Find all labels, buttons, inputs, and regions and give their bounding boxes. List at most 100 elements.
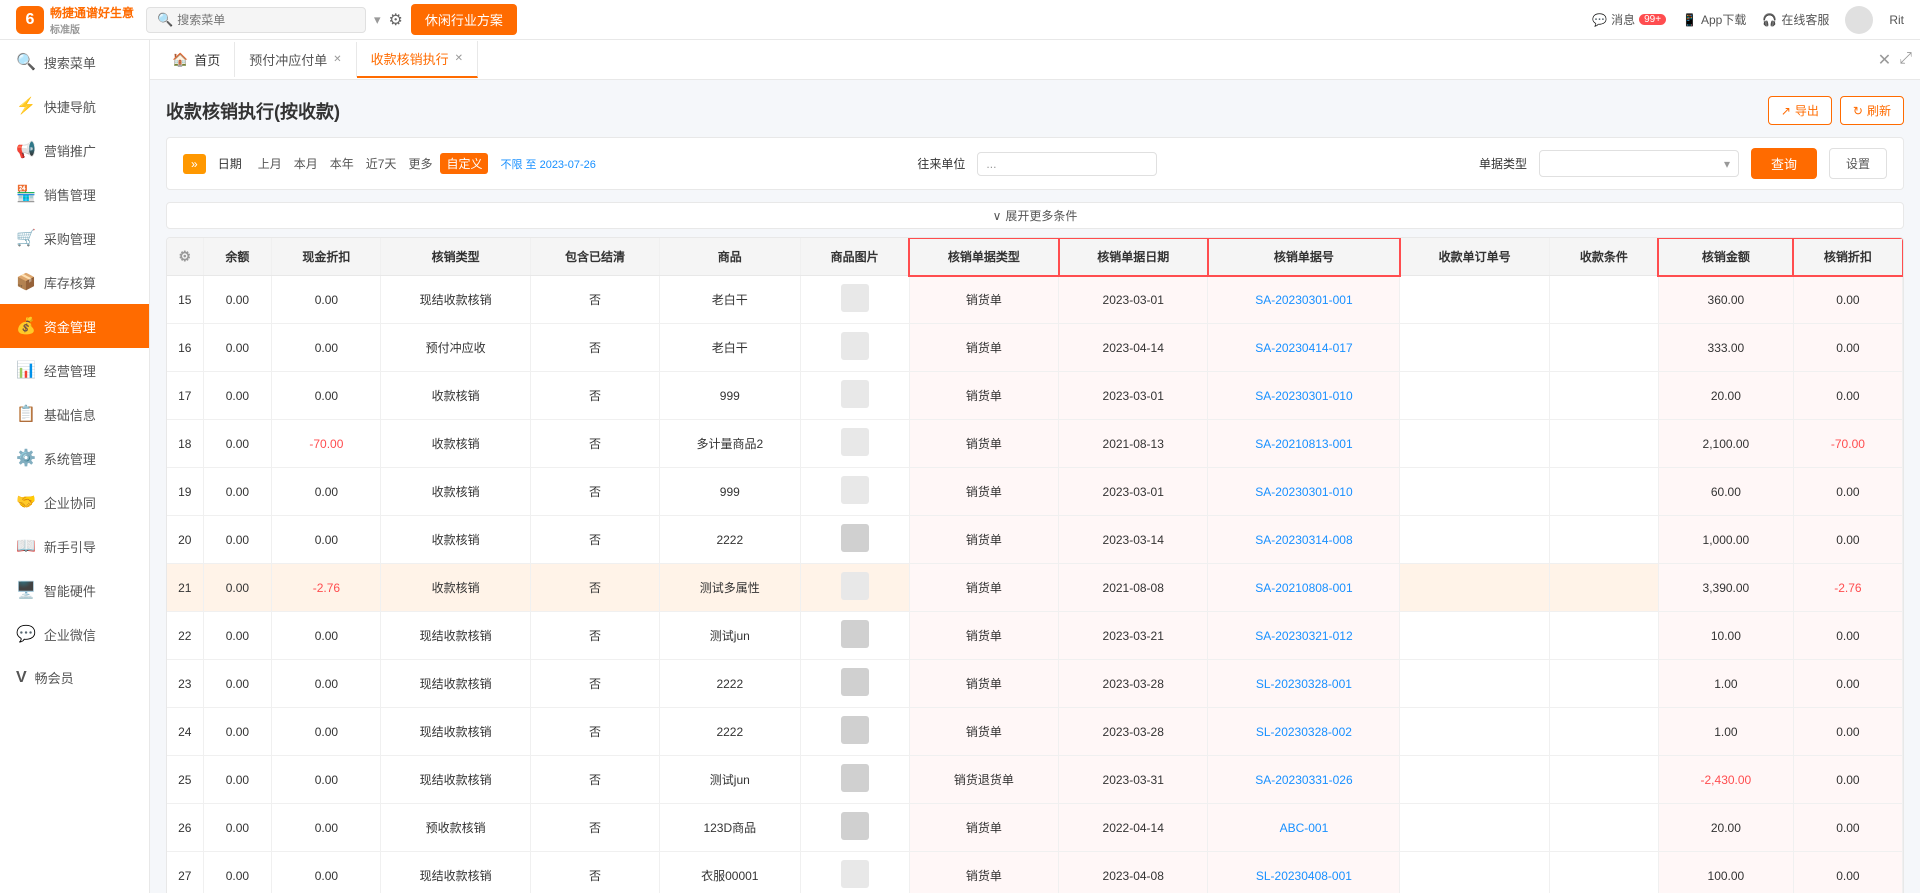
cell-type: 现结收款核销 [381, 852, 530, 893]
cell-order-no [1400, 708, 1549, 756]
notification-item[interactable]: 💬 消息 99+ [1592, 11, 1666, 28]
settings-button[interactable]: 设置 [1829, 148, 1887, 179]
table-row: 25 0.00 0.00 现结收款核销 否 测试jun 销货退货单 2023-0… [167, 756, 1903, 804]
cell-condition [1549, 420, 1658, 468]
doc-no-link[interactable]: SL-20230408-001 [1256, 869, 1352, 883]
cell-discount: 0.00 [1793, 852, 1902, 893]
cell-no: 17 [167, 372, 203, 420]
doc-no-link[interactable]: SA-20230301-001 [1255, 293, 1352, 307]
cell-cash-discount: 0.00 [272, 804, 381, 852]
cell-type: 预收款核销 [381, 804, 530, 852]
tab-receipt[interactable]: 收款核销执行 ✕ [357, 41, 478, 78]
user-avatar[interactable] [1845, 6, 1873, 34]
table-row: 27 0.00 0.00 现结收款核销 否 衣服00001 销货单 2023-0… [167, 852, 1903, 893]
cell-goods: 衣服00001 [660, 852, 800, 893]
gear-icon[interactable]: ⚙ [389, 10, 403, 30]
tab-prepaid-close[interactable]: ✕ [333, 54, 341, 65]
cell-condition [1549, 516, 1658, 564]
expand-more-bar[interactable]: ∨ 展开更多条件 [166, 202, 1904, 229]
sidebar-item-management[interactable]: 📊 经营管理 [0, 348, 149, 392]
discount-value: 0.00 [1836, 821, 1859, 835]
export-button[interactable]: ↗ 导出 [1768, 96, 1832, 125]
refresh-button[interactable]: ↻ 刷新 [1840, 96, 1904, 125]
sidebar-item-purchase[interactable]: 🛒 采购管理 [0, 216, 149, 260]
doc-no-link[interactable]: SA-20230321-012 [1255, 629, 1352, 643]
doc-no-link[interactable]: SL-20230328-001 [1256, 677, 1352, 691]
date-this-month-btn[interactable]: 本月 [290, 153, 322, 174]
amount-value: 20.00 [1711, 821, 1741, 835]
sidebar-item-guide[interactable]: 📖 新手引导 [0, 524, 149, 568]
doc-no-link[interactable]: ABC-001 [1280, 821, 1329, 835]
date-last-month-btn[interactable]: 上月 [254, 153, 286, 174]
cell-cash-discount: 0.00 [272, 660, 381, 708]
cell-goods: 多计量商品2 [660, 420, 800, 468]
cell-balance: 0.00 [203, 516, 272, 564]
sidebar-item-hardware[interactable]: 🖥️ 智能硬件 [0, 568, 149, 612]
mobile-icon: 📱 [1682, 13, 1697, 27]
cash-discount-value: 0.00 [315, 725, 338, 739]
tab-home[interactable]: 🏠 首页 [158, 42, 235, 77]
online-service-item[interactable]: 🎧 在线客服 [1762, 11, 1829, 28]
doc-no-link[interactable]: SA-20230331-026 [1255, 773, 1352, 787]
date-more-btn[interactable]: 更多 [404, 153, 436, 174]
col-settings-icon[interactable]: ⚙ [178, 248, 191, 264]
tab-prepaid[interactable]: 预付冲应付单 ✕ [235, 42, 356, 77]
sidebar-item-system[interactable]: ⚙️ 系统管理 [0, 436, 149, 480]
doc-no-link[interactable]: SA-20230301-010 [1255, 389, 1352, 403]
tab-close-icon[interactable]: ✕ [1878, 50, 1891, 70]
filter-expand-button[interactable]: » [183, 154, 206, 174]
doc-no-link[interactable]: SA-20210808-001 [1255, 581, 1352, 595]
cell-discount: 0.00 [1793, 660, 1902, 708]
tab-maximize-icon[interactable]: ⤢ [1899, 50, 1912, 70]
cell-doc-type: 销货单 [909, 660, 1058, 708]
tab-bar: 🏠 首页 预付冲应付单 ✕ 收款核销执行 ✕ ✕ ⤢ [150, 40, 1920, 80]
cell-discount: 0.00 [1793, 324, 1902, 372]
sidebar-item-label-quicknav: 快捷导航 [44, 97, 96, 116]
cell-amount: 10.00 [1658, 612, 1793, 660]
monitor-icon: 🖥️ [16, 580, 36, 600]
cell-doc-date: 2021-08-08 [1059, 564, 1208, 612]
cell-doc-type: 销货单 [909, 276, 1058, 324]
cell-no: 24 [167, 708, 203, 756]
col-amount: 核销金额 [1658, 238, 1793, 276]
cell-no: 16 [167, 324, 203, 372]
tab-receipt-close[interactable]: ✕ [455, 53, 463, 64]
doc-no-link[interactable]: SA-20230414-017 [1255, 341, 1352, 355]
sidebar-item-member[interactable]: V 畅会员 [0, 656, 149, 699]
sidebar-item-marketing[interactable]: 📢 营销推广 [0, 128, 149, 172]
app-download-item[interactable]: 📱 App下载 [1682, 11, 1746, 28]
goods-image [841, 812, 869, 840]
doc-no-link[interactable]: SA-20210813-001 [1255, 437, 1352, 451]
cell-doc-date: 2023-03-28 [1059, 660, 1208, 708]
cell-doc-type: 销货单 [909, 564, 1058, 612]
query-button[interactable]: 查询 [1751, 148, 1817, 179]
receipt-type-select[interactable]: ▾ [1539, 150, 1739, 177]
cell-goods: 测试多属性 [660, 564, 800, 612]
doc-no-link[interactable]: SA-20230301-010 [1255, 485, 1352, 499]
from-unit-select[interactable]: ... [977, 152, 1157, 176]
sidebar-item-enterprise[interactable]: 🤝 企业协同 [0, 480, 149, 524]
date-7days-btn[interactable]: 近7天 [362, 153, 401, 174]
sidebar-item-inventory[interactable]: 📦 库存核算 [0, 260, 149, 304]
sidebar-item-quicknav[interactable]: ⚡ 快捷导航 [0, 84, 149, 128]
table-row: 23 0.00 0.00 现结收款核销 否 2222 销货单 2023-03-2… [167, 660, 1903, 708]
sidebar-item-sales[interactable]: 🏪 销售管理 [0, 172, 149, 216]
main-layout: 🔍 搜索菜单 ⚡ 快捷导航 📢 营销推广 🏪 销售管理 🛒 采购管理 📦 库存核… [0, 40, 1920, 893]
date-custom-btn[interactable]: 自定义 [440, 153, 488, 174]
sidebar-item-wechat[interactable]: 💬 企业微信 [0, 612, 149, 656]
sidebar-item-finance[interactable]: 💰 资金管理 [0, 304, 149, 348]
industry-btn[interactable]: 休闲行业方案 [411, 4, 517, 35]
search-input[interactable] [177, 13, 337, 27]
col-settings[interactable]: ⚙ [167, 238, 203, 276]
cell-settled: 否 [530, 372, 659, 420]
date-this-year-btn[interactable]: 本年 [326, 153, 358, 174]
dropdown-arrow-icon[interactable]: ▾ [374, 12, 381, 28]
search-box[interactable]: 🔍 [146, 7, 366, 33]
doc-no-link[interactable]: SL-20230328-002 [1256, 725, 1352, 739]
cell-goods: 999 [660, 372, 800, 420]
sidebar-item-basic[interactable]: 📋 基础信息 [0, 392, 149, 436]
doc-no-link[interactable]: SA-20230314-008 [1255, 533, 1352, 547]
receipt-type-label: 单据类型 [1479, 155, 1527, 172]
page-content: 收款核销执行(按收款) ↗ 导出 ↻ 刷新 » 日期 上月 [150, 80, 1920, 893]
sidebar-item-search[interactable]: 🔍 搜索菜单 [0, 40, 149, 84]
